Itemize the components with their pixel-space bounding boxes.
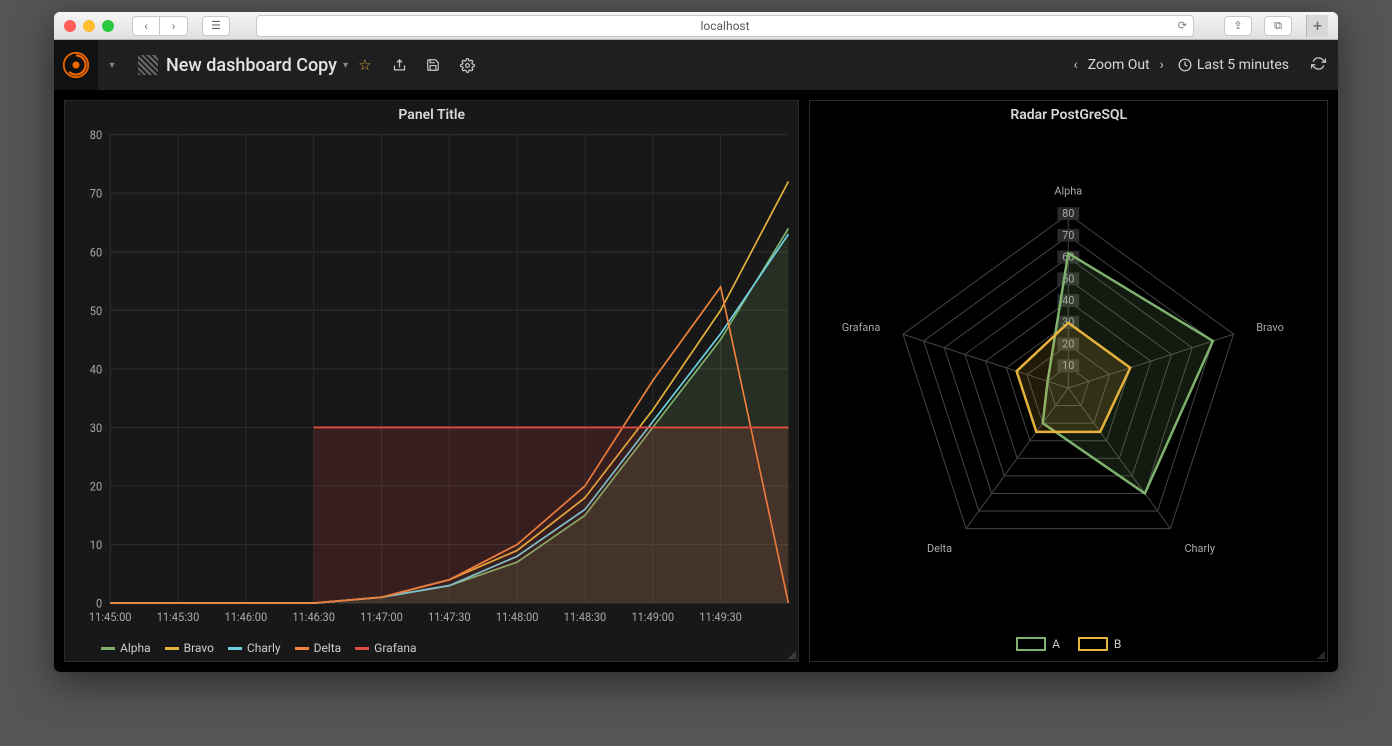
svg-text:11:45:00: 11:45:00	[89, 610, 132, 625]
svg-text:11:49:00: 11:49:00	[631, 610, 674, 625]
close-window-button[interactable]	[64, 20, 76, 32]
time-range-picker: ‹ Zoom Out › Last 5 minutes	[1068, 56, 1338, 75]
svg-text:80: 80	[90, 129, 102, 142]
share-button[interactable]: ⇪	[1224, 16, 1252, 36]
svg-text:30: 30	[90, 420, 102, 435]
resize-handle[interactable]	[788, 651, 796, 659]
svg-text:40: 40	[90, 362, 102, 377]
sidebar-toggle-button[interactable]: ☰	[202, 16, 230, 36]
svg-text:Bravo: Bravo	[1257, 321, 1285, 334]
refresh-button[interactable]	[1311, 56, 1326, 75]
legend-item[interactable]: Alpha	[101, 641, 151, 655]
maximize-window-button[interactable]	[102, 20, 114, 32]
window-controls	[64, 20, 114, 32]
grafana-toolbar: ▾ New dashboard Copy ▾ ☆ ‹ Zoom Out ›	[54, 40, 1338, 90]
star-icon[interactable]: ☆	[348, 56, 382, 74]
svg-text:70: 70	[90, 186, 102, 201]
svg-text:Alpha: Alpha	[1055, 184, 1083, 197]
legend-item[interactable]: Bravo	[165, 641, 214, 655]
svg-text:11:48:00: 11:48:00	[496, 610, 539, 625]
settings-icon[interactable]	[450, 58, 484, 73]
svg-text:Charly: Charly	[1185, 542, 1216, 555]
browser-window: ‹ › ☰ localhost ⟳ ⇪ ⧉ + ▾ New dashboard …	[54, 12, 1338, 672]
share-icon[interactable]	[382, 58, 416, 73]
svg-text:11:49:30: 11:49:30	[699, 610, 742, 625]
svg-text:11:46:00: 11:46:00	[225, 610, 268, 625]
radar-chart: 1020304050607080AlphaBravoCharlyDeltaGra…	[810, 129, 1327, 637]
dashboard-title[interactable]: New dashboard Copy	[166, 55, 337, 76]
svg-text:11:46:30: 11:46:30	[292, 610, 335, 625]
svg-text:Grafana: Grafana	[842, 321, 881, 334]
svg-text:11:48:30: 11:48:30	[564, 610, 607, 625]
grafana-app: ▾ New dashboard Copy ▾ ☆ ‹ Zoom Out ›	[54, 40, 1338, 672]
svg-text:Delta: Delta	[927, 542, 952, 555]
svg-text:10: 10	[90, 537, 102, 552]
legend-item[interactable]: B	[1078, 637, 1121, 651]
line-chart-legend: Alpha Bravo Charly Delta Grafana	[65, 637, 798, 661]
svg-text:80: 80	[1063, 207, 1075, 220]
grafana-logo[interactable]	[54, 40, 98, 90]
dashboard-panels: Panel Title 0102030405060708011:45:0011:…	[54, 90, 1338, 672]
svg-text:60: 60	[90, 245, 102, 260]
radar-chart-legend: AB	[810, 637, 1327, 661]
forward-button[interactable]: ›	[160, 16, 188, 36]
dashboard-icon	[138, 55, 158, 75]
svg-text:11:45:30: 11:45:30	[157, 610, 200, 625]
line-chart-panel[interactable]: Panel Title 0102030405060708011:45:0011:…	[64, 100, 799, 662]
panel-title: Radar PostGreSQL	[810, 101, 1327, 129]
panel-title: Panel Title	[65, 101, 798, 129]
svg-text:11:47:00: 11:47:00	[360, 610, 403, 625]
nav-buttons: ‹ ›	[132, 16, 188, 36]
time-range-button[interactable]: Last 5 minutes	[1178, 57, 1289, 73]
svg-text:20: 20	[90, 479, 102, 494]
browser-titlebar: ‹ › ☰ localhost ⟳ ⇪ ⧉ +	[54, 12, 1338, 40]
time-forward-button[interactable]: ›	[1154, 57, 1170, 73]
back-button[interactable]: ‹	[132, 16, 160, 36]
line-chart: 0102030405060708011:45:0011:45:3011:46:0…	[65, 129, 798, 637]
address-text: localhost	[700, 19, 749, 33]
new-tab-button[interactable]: +	[1306, 15, 1328, 37]
main-menu-dropdown[interactable]: ▾	[98, 60, 126, 71]
tabs-button[interactable]: ⧉	[1264, 16, 1292, 36]
radar-chart-panel[interactable]: Radar PostGreSQL 1020304050607080AlphaBr…	[809, 100, 1328, 662]
resize-handle[interactable]	[1317, 651, 1325, 659]
svg-text:50: 50	[90, 303, 102, 318]
svg-text:70: 70	[1063, 229, 1075, 242]
legend-item[interactable]: Charly	[228, 641, 281, 655]
legend-item[interactable]: Delta	[295, 641, 342, 655]
svg-text:11:47:30: 11:47:30	[428, 610, 471, 625]
address-bar[interactable]: localhost ⟳	[256, 15, 1194, 37]
save-icon[interactable]	[416, 58, 450, 72]
zoom-out-button[interactable]: Zoom Out	[1088, 57, 1150, 73]
legend-item[interactable]: A	[1016, 637, 1060, 651]
time-back-button[interactable]: ‹	[1068, 57, 1084, 73]
reload-icon[interactable]: ⟳	[1178, 19, 1187, 32]
legend-item[interactable]: Grafana	[355, 641, 416, 655]
minimize-window-button[interactable]	[83, 20, 95, 32]
